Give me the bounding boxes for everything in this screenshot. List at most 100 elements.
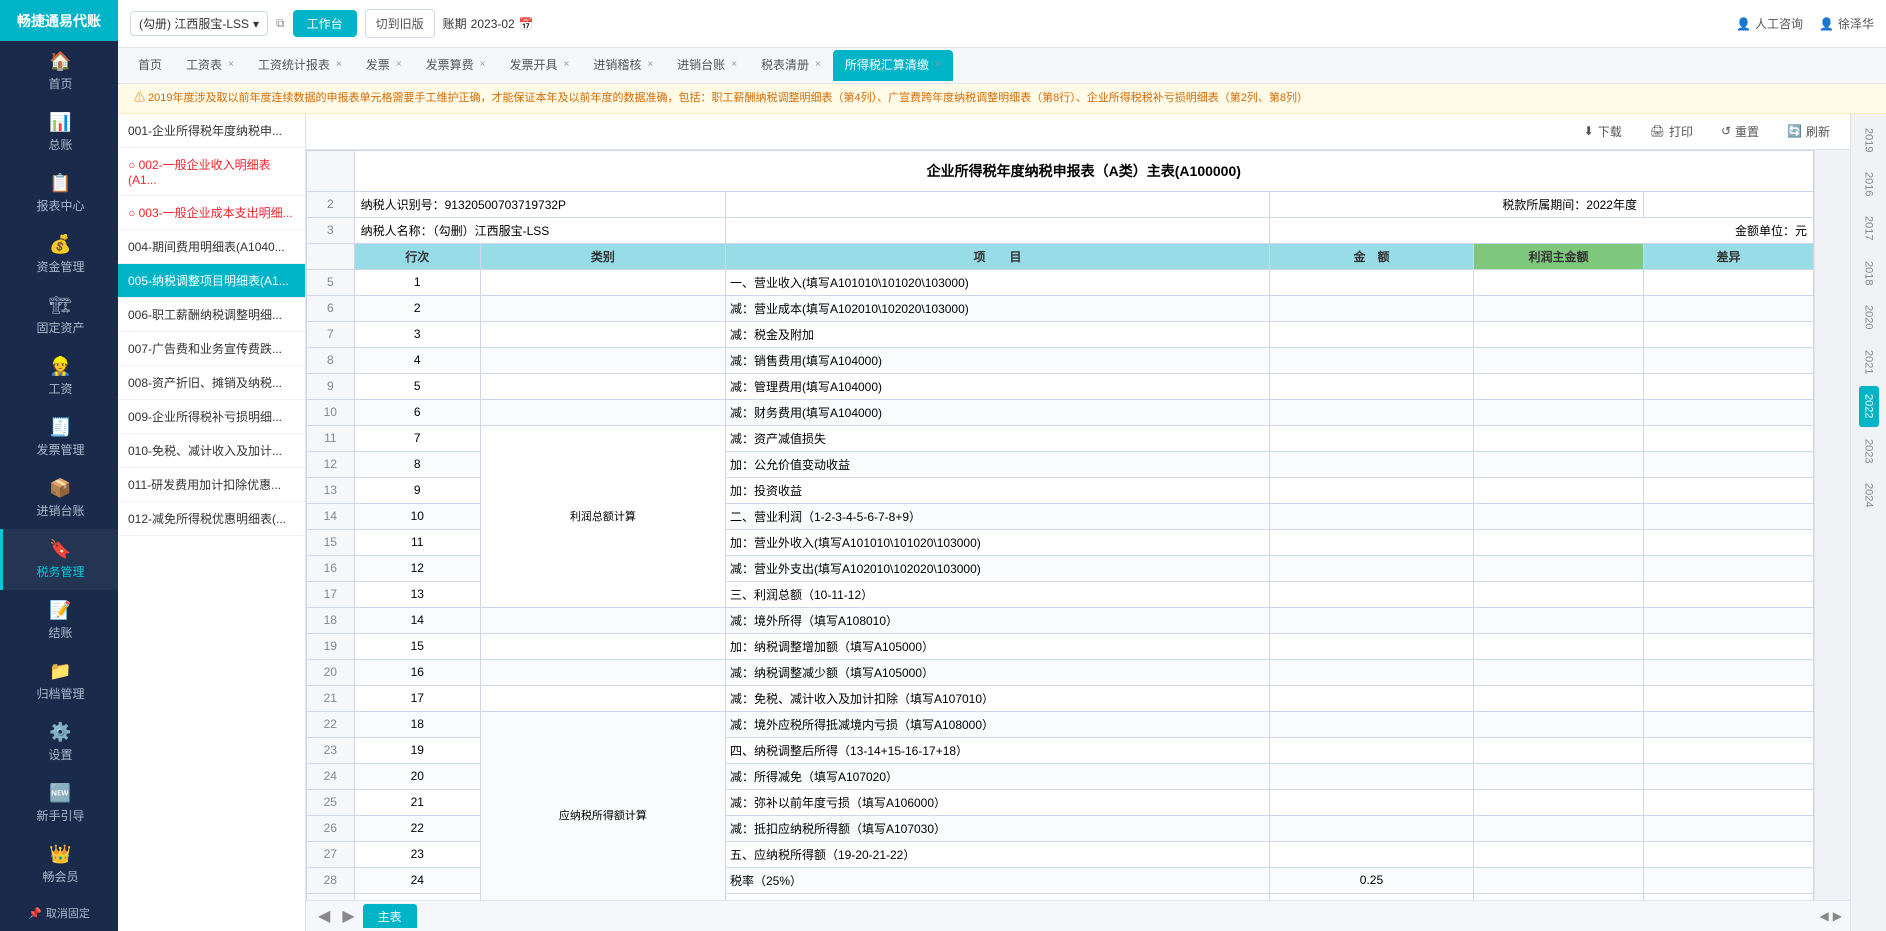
sidebar-item-purchase[interactable]: 📦 进销台账 <box>0 468 118 529</box>
amount-6[interactable] <box>1269 399 1473 425</box>
calendar-icon[interactable]: 📅 <box>519 17 534 31</box>
tab-close-icon[interactable]: × <box>228 59 234 70</box>
tab-close-icon[interactable]: × <box>336 59 342 70</box>
sidebar-item-report[interactable]: 📋 报表中心 <box>0 163 118 224</box>
amount-8[interactable] <box>1269 451 1473 477</box>
tax-list-item-005[interactable]: 005-纳税调整项目明细表(A1... <box>118 264 305 298</box>
year-item-2023[interactable]: 2023 <box>1859 431 1879 471</box>
amount-19[interactable] <box>1269 737 1473 763</box>
sidebar-item-invoice[interactable]: 🧾 发票管理 <box>0 407 118 468</box>
tab-首页[interactable]: 首页 <box>126 50 174 81</box>
amount-14[interactable] <box>1269 607 1473 633</box>
sidebar-pin-toggle[interactable]: 📌 取消固定 <box>0 895 118 931</box>
sidebar-item-ledger[interactable]: 📊 总账 <box>0 102 118 163</box>
reset-button[interactable]: ↺ 重置 <box>1713 120 1767 143</box>
sidebar-item-tax[interactable]: 🔖 税务管理 <box>0 529 118 590</box>
sidebar-item-guide[interactable]: 🆕 新手引导 <box>0 773 118 834</box>
diff-6 <box>1643 399 1813 425</box>
tab-工资统计报表[interactable]: 工资统计报表× <box>246 50 354 81</box>
tab-进销台账[interactable]: 进销台账× <box>665 50 749 81</box>
amount-5[interactable] <box>1269 373 1473 399</box>
year-item-2017[interactable]: 2017 <box>1859 208 1879 248</box>
company-select[interactable]: (勾册) 江西服宝-LSS ▾ <box>130 11 268 36</box>
tab-发票[interactable]: 发票× <box>354 50 414 81</box>
amount-23[interactable] <box>1269 841 1473 867</box>
amount-7[interactable] <box>1269 425 1473 451</box>
tab-进销稽核[interactable]: 进销稽核× <box>581 50 665 81</box>
sidebar-item-settings[interactable]: ⚙️ 设置 <box>0 712 118 773</box>
amount-15[interactable] <box>1269 633 1473 659</box>
tab-close-icon[interactable]: × <box>731 59 737 70</box>
amount-11[interactable] <box>1269 529 1473 555</box>
tax-list-item-003[interactable]: ○ 003-一般企业成本支出明细... <box>118 196 305 230</box>
sidebar-item-member[interactable]: 👑 畅会员 <box>0 834 118 895</box>
year-item-2021[interactable]: 2021 <box>1859 342 1879 382</box>
amount-16[interactable] <box>1269 659 1473 685</box>
amount-9[interactable] <box>1269 477 1473 503</box>
amount-3[interactable] <box>1269 321 1473 347</box>
tab-close-icon[interactable]: × <box>647 59 653 70</box>
tab-close-icon[interactable]: × <box>815 59 821 70</box>
amount-18[interactable] <box>1269 711 1473 737</box>
sheet-tab-next[interactable]: ▶ <box>338 906 358 926</box>
tax-list-item-002[interactable]: ○ 002-一般企业收入明细表(A1... <box>118 148 305 196</box>
tax-list-item-010[interactable]: 010-免税、减计收入及加计... <box>118 434 305 468</box>
tab-工资表[interactable]: 工资表× <box>174 50 246 81</box>
tax-list-item-008[interactable]: 008-资产折旧、摊销及纳税... <box>118 366 305 400</box>
tab-所得税汇算清缴[interactable]: 所得税汇算清缴× <box>833 50 953 81</box>
tax-list-item-011[interactable]: 011-研发费用加计扣除优惠... <box>118 468 305 502</box>
tab-税表清册[interactable]: 税表清册× <box>749 50 833 81</box>
sidebar-item-home[interactable]: 🏠 首页 <box>0 41 118 102</box>
tax-list-item-012[interactable]: 012-减免所得税优惠明细表(... <box>118 502 305 536</box>
tab-close-icon[interactable]: × <box>935 59 941 70</box>
sheet-tab-prev[interactable]: ◀ <box>314 906 334 926</box>
amount-1[interactable] <box>1269 269 1473 295</box>
seq-14: 14 <box>354 607 480 633</box>
amount-21[interactable] <box>1269 789 1473 815</box>
amount-10[interactable] <box>1269 503 1473 529</box>
service-button[interactable]: 👤 人工咨询 <box>1736 15 1803 32</box>
switch-button[interactable]: 切到旧版 <box>365 9 435 38</box>
sheet-tab-main[interactable]: 主表 <box>363 904 417 928</box>
tax-list-item-007[interactable]: 007-广告费和业务宣传费跌... <box>118 332 305 366</box>
year-item-2018[interactable]: 2018 <box>1859 253 1879 293</box>
scroll-right-icon[interactable]: ▶ <box>1833 909 1842 923</box>
tax-list-item-004[interactable]: 004-期间费用明细表(A1040... <box>118 230 305 264</box>
year-item-2019[interactable]: 2019 <box>1859 120 1879 160</box>
download-button[interactable]: ⬇ 下载 <box>1576 120 1630 143</box>
workbench-button[interactable]: 工作台 <box>293 10 357 37</box>
refresh-button[interactable]: 🔄 刷新 <box>1779 120 1838 143</box>
sidebar-item-asset[interactable]: 🏗 固定资产 <box>0 285 118 346</box>
amount-17[interactable] <box>1269 685 1473 711</box>
tax-list-item-001[interactable]: 001-企业所得税年度纳税申... <box>118 114 305 148</box>
amount-2[interactable] <box>1269 295 1473 321</box>
tax-list-item-006[interactable]: 006-职工薪酬纳税调整明细... <box>118 298 305 332</box>
year-item-2020[interactable]: 2020 <box>1859 297 1879 337</box>
sidebar-item-close[interactable]: 📝 结账 <box>0 590 118 651</box>
amount-24[interactable]: 0.25 <box>1269 867 1473 893</box>
amount-13[interactable] <box>1269 581 1473 607</box>
profit-2 <box>1473 295 1643 321</box>
user-menu[interactable]: 👤 徐泽华 <box>1819 15 1874 32</box>
tab-close-icon[interactable]: × <box>480 59 486 70</box>
table-row: 10 6 减：财务费用(填写A104000) <box>307 399 1814 425</box>
amount-25[interactable] <box>1269 893 1473 900</box>
sidebar-item-salary[interactable]: 👷 工资 <box>0 346 118 407</box>
tab-发票算费[interactable]: 发票算费× <box>414 50 498 81</box>
amount-12[interactable] <box>1269 555 1473 581</box>
print-button[interactable]: 🖨 打印 <box>1642 120 1701 143</box>
sidebar-item-fund[interactable]: 💰 资金管理 <box>0 224 118 285</box>
year-item-2024[interactable]: 2024 <box>1859 475 1879 515</box>
scroll-left-icon[interactable]: ◀ <box>1820 909 1829 923</box>
amount-22[interactable] <box>1269 815 1473 841</box>
sidebar-item-archive[interactable]: 📁 归档管理 <box>0 651 118 712</box>
tax-list-item-009[interactable]: 009-企业所得税补亏损明细... <box>118 400 305 434</box>
tab-close-icon[interactable]: × <box>563 59 569 70</box>
year-item-2022[interactable]: 2022 <box>1859 386 1879 426</box>
year-item-2016[interactable]: 2016 <box>1859 164 1879 204</box>
tab-close-icon[interactable]: × <box>396 59 402 70</box>
amount-20[interactable] <box>1269 763 1473 789</box>
amount-4[interactable] <box>1269 347 1473 373</box>
tab-发票开具[interactable]: 发票开具× <box>497 50 581 81</box>
copy-icon[interactable]: ⧉ <box>276 16 285 31</box>
